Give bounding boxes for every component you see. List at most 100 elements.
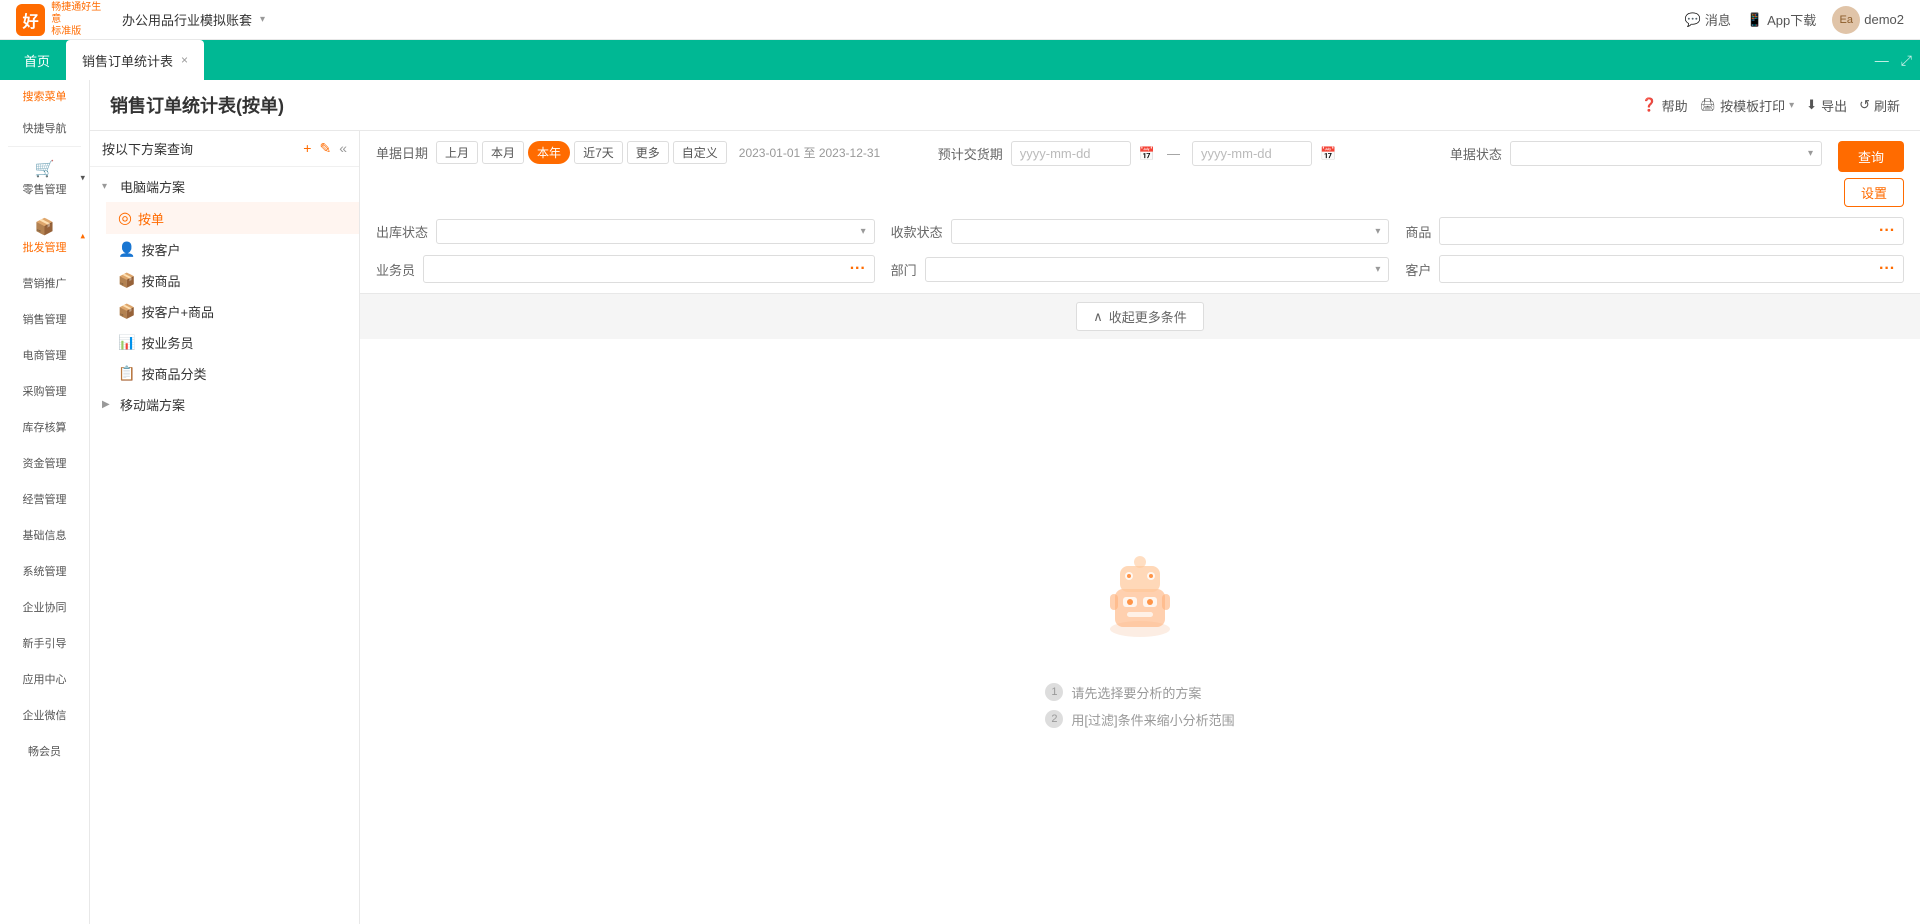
user-profile[interactable]: Ea demo2 (1832, 6, 1904, 34)
calendar-to-icon[interactable]: 📅 (1320, 146, 1336, 162)
retail-icon: 🛒 (35, 159, 55, 179)
delivery-select-wrap: ▾ (436, 219, 875, 244)
scheme-item-goods[interactable]: 📦 按商品 (106, 265, 359, 296)
date-more-btn[interactable]: 更多 (627, 141, 669, 164)
scheme-goods-icon: 📦 (118, 272, 135, 289)
sidebar-item-wechat[interactable]: 企业微信 (0, 697, 89, 733)
scheme-item-salesman[interactable]: 📊 按业务员 (106, 327, 359, 358)
date-quick-buttons: 上月 本月 本年 近7天 更多 自定义 (436, 141, 727, 164)
sales-rep-label: 业务员 (376, 260, 415, 279)
help-button[interactable]: ❓ 帮助 (1641, 96, 1687, 115)
customer-input[interactable]: ··· (1439, 255, 1904, 283)
avatar: Ea (1832, 6, 1860, 34)
wholesale-icon: 📦 (35, 217, 55, 237)
tree-node-mobile-row[interactable]: ▶ 移动端方案 (90, 389, 359, 420)
add-scheme-icon[interactable]: + (303, 140, 311, 157)
dept-select[interactable] (926, 258, 1389, 281)
expected-date-group: 预计交货期 📅 — 📅 (938, 141, 1434, 166)
sidebar-item-member[interactable]: 畅会员 (0, 733, 89, 769)
sidebar-item-quick-nav[interactable]: 快捷导航 (0, 112, 89, 144)
print-dropdown-icon[interactable]: ▾ (1789, 100, 1794, 111)
goods-more-icon[interactable]: ··· (1879, 222, 1895, 240)
calendar-from-icon[interactable]: 📅 (1139, 146, 1155, 162)
sales-rep-input[interactable]: ··· (423, 255, 875, 283)
sidebar-item-sales[interactable]: 销售管理 (0, 301, 89, 337)
sidebar-item-basic[interactable]: 基础信息 (0, 517, 89, 553)
settings-button[interactable]: 设置 (1844, 178, 1904, 207)
sidebar: 搜索菜单 快捷导航 🛒 零售管理 ▾ 📦 批发管理 ▴ 营销推广 销售管理 电商… (0, 80, 90, 924)
refresh-button[interactable]: ↺ 刷新 (1859, 96, 1900, 115)
delivery-label: 出库状态 (376, 222, 428, 241)
top-bar: 好 畅捷通好生意 标准版 办公用品行业模拟账套 ▾ 💬 消息 📱 App下载 E… (0, 0, 1920, 40)
scheme-cg-icon: 📦 (118, 303, 135, 320)
expected-date-from-input[interactable] (1011, 141, 1131, 166)
date-last7-btn[interactable]: 近7天 (574, 141, 623, 164)
date-custom-btn[interactable]: 自定义 (673, 141, 727, 164)
sidebar-item-search[interactable]: 搜索菜单 (0, 80, 89, 112)
sidebar-item-purchase[interactable]: 采购管理 (0, 373, 89, 409)
collapse-scheme-icon[interactable]: « (339, 140, 347, 157)
close-tab-icon[interactable]: × (181, 53, 188, 67)
export-button[interactable]: ⬇ 导出 (1806, 96, 1847, 115)
content-area: 销售订单统计表(按单) ❓ 帮助 🖨 按模板打印 ▾ ⬇ 导出 ↺ 刷新 (90, 80, 1920, 924)
message-button[interactable]: 💬 消息 (1685, 10, 1731, 29)
scheme-item-order[interactable]: ◎ 按单 (106, 202, 359, 234)
expected-date-to-input[interactable] (1192, 141, 1312, 166)
scheme-item-category[interactable]: 📋 按商品分类 (106, 358, 359, 389)
payment-group: 收款状态 ▾ (891, 219, 1390, 244)
dept-select-wrap: ▾ (925, 257, 1390, 282)
sidebar-item-marketing[interactable]: 营销推广 (0, 265, 89, 301)
action-buttons-col: 查询 设置 (1838, 141, 1904, 207)
header-actions: ❓ 帮助 🖨 按模板打印 ▾ ⬇ 导出 ↺ 刷新 (1641, 96, 1900, 127)
tip-item-2: 2 用[过滤]条件来缩小分析范围 (1045, 710, 1234, 729)
sidebar-item-wholesale[interactable]: 📦 批发管理 ▴ (0, 207, 89, 265)
scheme-title: 按以下方案查询 (102, 139, 295, 158)
sidebar-item-retail[interactable]: 🛒 零售管理 ▾ (0, 149, 89, 207)
logo-text: 畅捷通好生意 标准版 (51, 2, 106, 38)
tab-sales-order[interactable]: 销售订单统计表 × (66, 40, 204, 80)
goods-input[interactable]: ··· (1439, 217, 1904, 245)
sidebar-item-appstore[interactable]: 应用中心 (0, 661, 89, 697)
tab-home[interactable]: 首页 (8, 40, 66, 80)
date-range-display: 2023-01-01 至 2023-12-31 (739, 144, 880, 161)
window-buttons: — ⤢ (1875, 52, 1912, 69)
app-icon: 📱 (1747, 12, 1763, 28)
logo-area: 好 畅捷通好生意 标准版 (16, 2, 106, 38)
scheme-item-customer-goods[interactable]: 📦 按客户+商品 (106, 296, 359, 327)
collapse-bar: ∧ 收起更多条件 (360, 294, 1920, 339)
sidebar-item-operations[interactable]: 经营管理 (0, 481, 89, 517)
empty-state: 1 请先选择要分析的方案 2 用[过滤]条件来缩小分析范围 (360, 339, 1920, 924)
tree-node-pc-row[interactable]: ▾ 电脑端方案 (90, 171, 359, 202)
scheme-item-customer[interactable]: 👤 按客户 (106, 234, 359, 265)
date-label: 单据日期 (376, 143, 428, 162)
sidebar-item-finance[interactable]: 资金管理 (0, 445, 89, 481)
sales-rep-more-icon[interactable]: ··· (850, 260, 866, 278)
sidebar-item-newbie[interactable]: 新手引导 (0, 625, 89, 661)
query-button[interactable]: 查询 (1838, 141, 1904, 172)
print-button[interactable]: 🖨 按模板打印 ▾ (1700, 96, 1795, 115)
date-this-year-btn[interactable]: 本年 (528, 141, 570, 164)
sidebar-item-system[interactable]: 系统管理 (0, 553, 89, 589)
workspace-dropdown-icon[interactable]: ▾ (260, 14, 265, 25)
delivery-select[interactable] (437, 220, 874, 243)
app-download-button[interactable]: 📱 App下载 (1747, 10, 1816, 29)
sidebar-item-enterprise[interactable]: 企业协同 (0, 589, 89, 625)
help-icon: ❓ (1641, 97, 1657, 113)
sidebar-item-inventory[interactable]: 库存核算 (0, 409, 89, 445)
bill-status-select[interactable] (1511, 142, 1821, 165)
maximize-icon[interactable]: ⤢ (1901, 52, 1912, 69)
payment-select[interactable] (952, 220, 1389, 243)
scheme-header: 按以下方案查询 + ✎ « (90, 131, 359, 167)
minimize-icon[interactable]: — (1875, 52, 1889, 68)
edit-scheme-icon[interactable]: ✎ (319, 140, 331, 157)
date-this-month-btn[interactable]: 本月 (482, 141, 524, 164)
tree-node-pc: ▾ 电脑端方案 ◎ 按单 👤 按客户 (90, 171, 359, 389)
sidebar-item-ecommerce[interactable]: 电商管理 (0, 337, 89, 373)
collapse-button[interactable]: ∧ 收起更多条件 (1076, 302, 1204, 331)
date-filter-group: 单据日期 上月 本月 本年 近7天 更多 自定义 2023-01-01 至 20… (376, 141, 922, 164)
customer-more-icon[interactable]: ··· (1879, 260, 1895, 278)
empty-tips: 1 请先选择要分析的方案 2 用[过滤]条件来缩小分析范围 (1045, 683, 1234, 729)
dept-group: 部门 ▾ (891, 257, 1390, 282)
date-last-month-btn[interactable]: 上月 (436, 141, 478, 164)
right-content: 单据日期 上月 本月 本年 近7天 更多 自定义 2023-01-01 至 20… (360, 131, 1920, 924)
